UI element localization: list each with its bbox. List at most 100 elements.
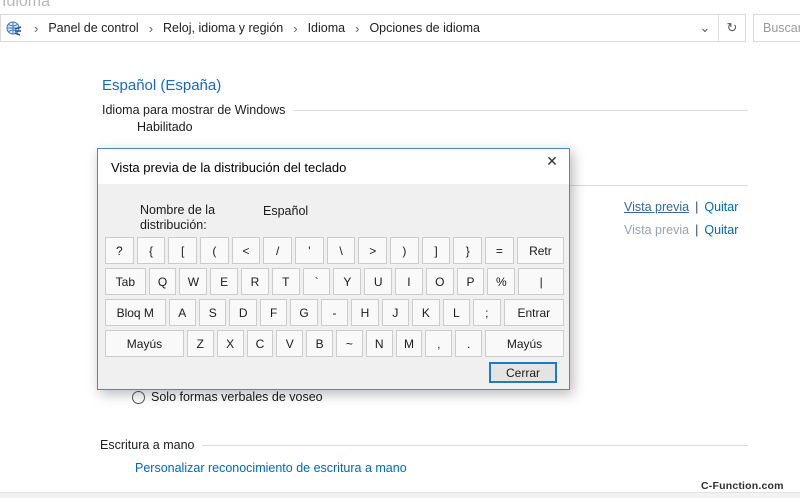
breadcrumb-separator: ›	[293, 20, 298, 36]
breadcrumb-separator: ›	[34, 20, 39, 36]
dialog-titlebar[interactable]: Vista previa de la distribución del tecl…	[98, 149, 569, 184]
handwriting-customize-link[interactable]: Personalizar reconocimiento de escritura…	[135, 461, 407, 475]
keyboard-key: '	[295, 237, 324, 264]
refresh-icon[interactable]: ↻	[718, 15, 745, 41]
keyboard-key: D	[229, 299, 257, 326]
keyboard-key: V	[276, 330, 304, 357]
keyboard-key: [	[168, 237, 198, 264]
language-globe-icon	[6, 21, 22, 36]
quitar-link[interactable]: Quitar	[704, 200, 738, 214]
page-title-cropped: Idioma	[2, 0, 51, 10]
dialog-title: Vista previa de la distribución del tecl…	[111, 160, 347, 175]
keyboard-key: ?	[105, 237, 134, 264]
keyboard-key: X	[216, 330, 244, 357]
keyboard-key: M	[395, 330, 423, 357]
quitar-link[interactable]: Quitar	[704, 223, 738, 237]
layout-name-value: Español	[263, 204, 309, 218]
keyboard-key: /	[263, 237, 293, 264]
keyboard-key: ,	[425, 330, 453, 357]
search-input[interactable]	[754, 21, 800, 35]
breadcrumb-item-panel-de-control[interactable]: Panel de control	[46, 21, 140, 35]
keyboard-key: I	[395, 268, 423, 295]
display-language-caption: Idioma para mostrar de Windows	[102, 103, 286, 117]
keyboard-row: Tab Q W E R T ` Y U I O P% |	[105, 268, 565, 295]
keyboard-key: >	[358, 237, 388, 264]
keyboard-key: ;	[473, 299, 501, 326]
keyboard-key: .	[455, 330, 483, 357]
keyboard-key: %	[487, 268, 516, 295]
keyboard-key: Entrar	[503, 299, 565, 326]
breadcrumb-item-reloj-idioma-region[interactable]: Reloj, idioma y región	[161, 21, 285, 35]
chevron-down-icon[interactable]: ⌄	[692, 15, 718, 41]
keyboard-key: W	[179, 268, 208, 295]
close-icon[interactable]: ✕	[535, 149, 569, 175]
vista-previa-link[interactable]: Vista previa	[624, 223, 689, 237]
keyboard-key: {	[136, 237, 166, 264]
status-enabled-label: Habilitado	[137, 120, 193, 134]
breadcrumb-item-idioma[interactable]: Idioma	[306, 21, 348, 35]
keyboard-key: E	[210, 268, 239, 295]
keyboard-key: S	[198, 299, 227, 326]
keyboard-key: U	[364, 268, 393, 295]
keyboard-key: Mayús	[105, 330, 184, 357]
keyboard-key: N	[365, 330, 393, 357]
keyboard-key: H	[351, 299, 379, 326]
watermark-label: C-Function.com	[701, 480, 784, 492]
handwriting-caption: Escritura a mano	[100, 438, 195, 452]
keyboard-link-row: Vista previa | Quitar	[624, 200, 738, 214]
keyboard-key: <	[231, 237, 261, 264]
search-box	[753, 14, 800, 42]
keyboard-key: ]	[421, 237, 451, 264]
cerrar-button[interactable]: Cerrar	[489, 362, 557, 383]
link-divider: |	[695, 200, 699, 214]
keyboard-key: C	[246, 330, 274, 357]
radio-label: Solo formas verbales de voseo	[151, 390, 323, 404]
keyboard-key: -	[320, 299, 349, 326]
breadcrumb-item-opciones-de-idioma[interactable]: Opciones de idioma	[367, 21, 481, 35]
display-language-group: Idioma para mostrar de Windows	[102, 103, 748, 117]
keyboard-key: =	[485, 237, 514, 264]
keyboard-key: |	[518, 268, 565, 295]
keyboard-key: P	[456, 268, 485, 295]
keyboard-key: }	[453, 237, 483, 264]
keyboard-key: Q	[148, 268, 177, 295]
language-heading: Español (España)	[102, 77, 222, 94]
keyboard-preview-dialog: Vista previa de la distribución del tecl…	[97, 148, 570, 390]
breadcrumb-separator: ›	[148, 20, 154, 36]
keyboard-key: )	[390, 237, 419, 264]
radio-button-voseo[interactable]	[132, 390, 145, 404]
keyboard-key: R	[241, 268, 269, 295]
keyboard-key: B	[306, 330, 333, 357]
keyboard-row: ?{[(< / ' \ >)]} = Retr	[105, 237, 565, 264]
keyboard-preview: ?{[(< / ' \ >)]} = Retr Tab Q W E R T ` Y U I O P% | Bloq MA…	[105, 237, 565, 357]
keyboard-key: A	[168, 299, 196, 326]
keyboard-key: Mayús	[485, 330, 564, 357]
keyboard-key: Z	[186, 330, 214, 357]
keyboard-key: L	[442, 299, 471, 326]
layout-name-label: Nombre de la distribución:	[140, 203, 216, 232]
keyboard-key: Tab	[105, 268, 146, 295]
keyboard-link-row: Vista previa | Quitar	[624, 223, 738, 237]
keyboard-key: K	[412, 299, 440, 326]
link-divider: |	[695, 223, 699, 237]
keyboard-key: (	[200, 237, 229, 264]
vista-previa-link[interactable]: Vista previa	[624, 200, 689, 214]
voseo-radio-row: Solo formas verbales de voseo	[132, 390, 323, 404]
group-divider-line	[293, 109, 748, 111]
keyboard-key: ~	[335, 330, 363, 357]
keyboard-key: Bloq M	[105, 299, 166, 326]
keyboard-key: \	[326, 237, 356, 264]
keyboard-key: T	[271, 268, 300, 295]
bottom-scrollbar-strip[interactable]	[0, 492, 800, 498]
keyboard-row: Bloq M A S D F G - H J K L; Entrar	[105, 299, 565, 326]
handwriting-group: Escritura a mano	[100, 438, 748, 452]
keyboard-key: O	[425, 268, 454, 295]
address-bar[interactable]: › Panel de control › Reloj, idioma y reg…	[0, 14, 746, 42]
keyboard-key: Y	[333, 268, 362, 295]
breadcrumb-separator: ›	[355, 20, 360, 36]
group-divider-line	[202, 444, 748, 446]
keyboard-row: Mayús Z X C V B ~ N M,. Mayús	[105, 330, 564, 357]
keyboard-key: G	[290, 299, 318, 326]
keyboard-key: F	[259, 299, 288, 326]
keyboard-key: Retr	[516, 237, 565, 264]
